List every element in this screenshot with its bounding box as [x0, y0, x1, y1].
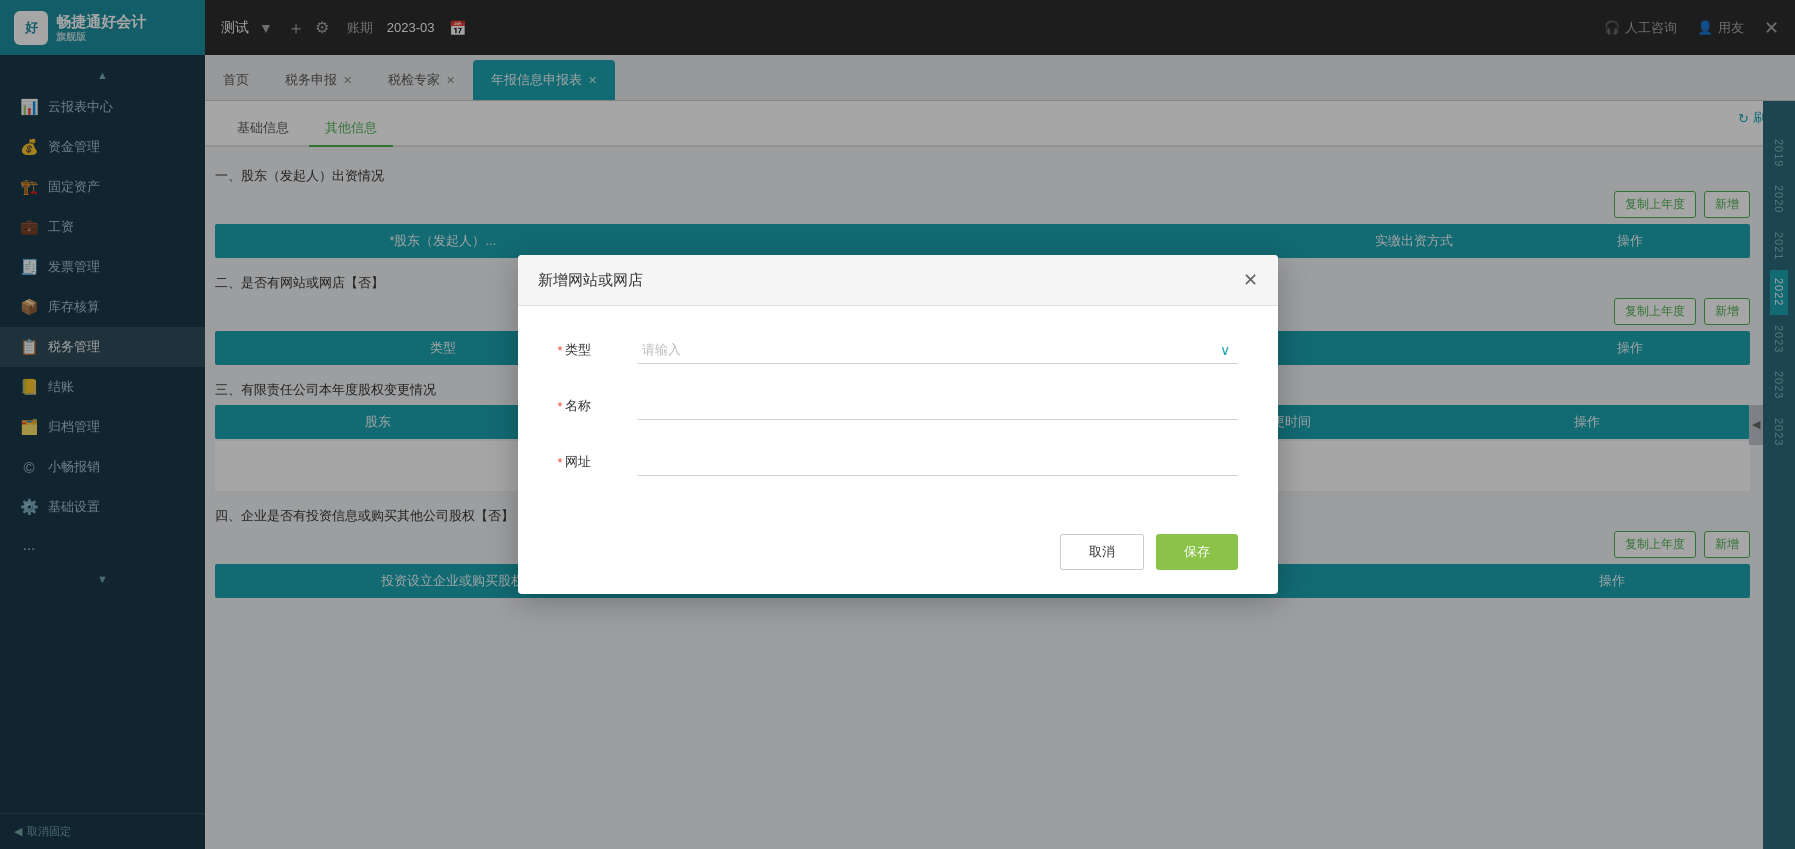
url-input-wrap: [638, 448, 1238, 476]
dialog-footer: 取消 保存: [518, 524, 1278, 594]
dialog-body: * 类型 ∨ * 名称 *: [518, 306, 1278, 524]
form-row-type: * 类型 ∨: [558, 336, 1238, 364]
save-button[interactable]: 保存: [1156, 534, 1238, 570]
type-label: * 类型: [558, 341, 638, 359]
name-input[interactable]: [638, 392, 1238, 420]
form-row-name: * 名称: [558, 392, 1238, 420]
url-input[interactable]: [638, 448, 1238, 476]
dialog-header: 新增网站或网店 ✕: [518, 255, 1278, 306]
form-row-url: * 网址: [558, 448, 1238, 476]
cancel-button[interactable]: 取消: [1060, 534, 1144, 570]
type-input-wrap: ∨: [638, 336, 1238, 364]
name-input-wrap: [638, 392, 1238, 420]
name-label: * 名称: [558, 397, 638, 415]
dialog-title: 新增网站或网店: [538, 271, 643, 290]
dialog-add-website: 新增网站或网店 ✕ * 类型 ∨ * 名称: [518, 255, 1278, 594]
dialog-overlay: 新增网站或网店 ✕ * 类型 ∨ * 名称: [0, 0, 1795, 849]
url-label: * 网址: [558, 453, 638, 471]
dialog-close-btn[interactable]: ✕: [1243, 269, 1258, 291]
type-input[interactable]: [638, 336, 1238, 364]
